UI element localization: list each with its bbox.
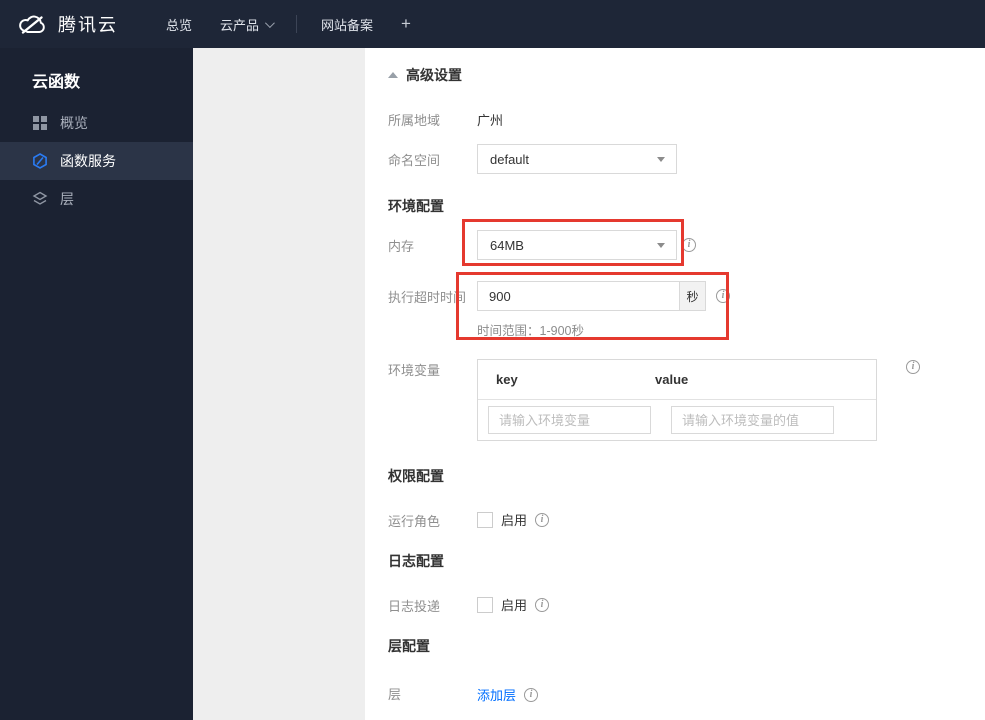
chevron-down-icon xyxy=(657,156,665,162)
sidebar-item-function-service[interactable]: 函数服务 xyxy=(0,142,193,180)
env-key-header: key xyxy=(496,372,518,387)
env-vars-info-icon[interactable]: i xyxy=(906,360,920,374)
chevron-down-icon xyxy=(657,242,665,248)
region-label: 所属地域 xyxy=(388,113,441,128)
advanced-settings-label: 高级设置 xyxy=(406,67,462,83)
memory-label: 内存 xyxy=(388,238,415,254)
env-config-heading: 环境配置 xyxy=(388,198,444,214)
nav-overview[interactable]: 总览 xyxy=(152,0,206,48)
sidebar: 云函数 概览 函数服务 层 xyxy=(0,48,193,720)
nav-icp-filing[interactable]: 网站备案 xyxy=(307,0,387,48)
secondary-panel xyxy=(193,48,365,720)
sidebar-item-overview[interactable]: 概览 xyxy=(0,104,193,142)
grid-icon xyxy=(32,115,48,131)
add-layer-link[interactable]: 添加层 xyxy=(477,685,516,704)
env-value-input[interactable] xyxy=(671,406,834,434)
function-hexagon-icon xyxy=(32,153,48,169)
log-delivery-checkbox[interactable] xyxy=(477,596,493,613)
run-role-enable-label: 启用 xyxy=(501,513,528,528)
namespace-dropdown[interactable]: default xyxy=(477,144,677,174)
brand-name: 腾讯云 xyxy=(58,15,118,35)
nav-cloud-products[interactable]: 云产品 xyxy=(206,0,286,48)
log-delivery-enable-label: 启用 xyxy=(501,598,528,613)
collapse-arrow-icon xyxy=(388,72,398,78)
memory-selected-value: 64MB xyxy=(490,237,524,253)
namespace-label: 命名空间 xyxy=(388,152,441,168)
brand-logo[interactable]: 腾讯云 xyxy=(0,11,118,37)
log-delivery-row: 启用 i xyxy=(477,595,550,614)
layer-heading: 层配置 xyxy=(388,638,430,654)
add-nav-tab-button[interactable]: + xyxy=(387,14,425,34)
memory-info-icon[interactable]: i xyxy=(682,238,696,252)
sidebar-title: 云函数 xyxy=(32,74,81,91)
env-vars-label: 环境变量 xyxy=(388,363,441,378)
main-content: 高级设置 所属地域 广州 命名空间 default 环境配置 内存 64MB i… xyxy=(365,48,985,720)
env-vars-table: key value xyxy=(477,359,877,441)
top-navigation: 总览 云产品 网站备案 + xyxy=(152,0,425,48)
timeout-unit-suffix: 秒 xyxy=(680,281,706,311)
log-delivery-info-icon[interactable]: i xyxy=(535,597,550,612)
memory-dropdown[interactable]: 64MB xyxy=(477,230,677,260)
run-role-label: 运行角色 xyxy=(388,514,441,529)
run-role-info-icon[interactable]: i xyxy=(535,512,550,527)
timeout-input-group: 秒 xyxy=(477,281,706,311)
namespace-selected-value: default xyxy=(490,151,530,167)
timeout-label: 执行超时时间 xyxy=(388,289,467,305)
layer-add-row: 添加层 i xyxy=(477,685,539,704)
sidebar-item-label: 函数服务 xyxy=(60,153,116,169)
run-role-row: 启用 i xyxy=(477,510,550,529)
sidebar-item-label: 概览 xyxy=(60,115,88,131)
region-value: 广州 xyxy=(477,113,504,128)
env-key-input[interactable] xyxy=(488,406,651,434)
advanced-settings-toggle[interactable]: 高级设置 xyxy=(388,65,462,85)
log-delivery-label: 日志投递 xyxy=(388,599,441,614)
permission-heading: 权限配置 xyxy=(388,468,444,484)
sidebar-item-layers[interactable]: 层 xyxy=(0,180,193,218)
nav-divider xyxy=(296,15,298,33)
log-heading: 日志配置 xyxy=(388,553,444,569)
timeout-info-icon[interactable]: i xyxy=(716,289,730,303)
topbar: 腾讯云 总览 云产品 网站备案 + xyxy=(0,0,985,48)
timeout-input[interactable] xyxy=(477,281,680,311)
add-layer-info-icon[interactable]: i xyxy=(524,687,539,702)
run-role-checkbox[interactable] xyxy=(477,511,493,528)
env-value-header: value xyxy=(655,372,689,387)
cloud-logo-icon xyxy=(16,12,48,36)
env-vars-header-row: key value xyxy=(478,360,876,400)
chevron-down-icon xyxy=(264,17,275,28)
layer-label: 层 xyxy=(388,687,402,702)
sidebar-item-label: 层 xyxy=(60,191,74,207)
layers-icon xyxy=(32,191,48,207)
timeout-range-hint: 时间范围：1-900秒 xyxy=(477,324,584,338)
env-vars-input-row xyxy=(478,400,876,440)
